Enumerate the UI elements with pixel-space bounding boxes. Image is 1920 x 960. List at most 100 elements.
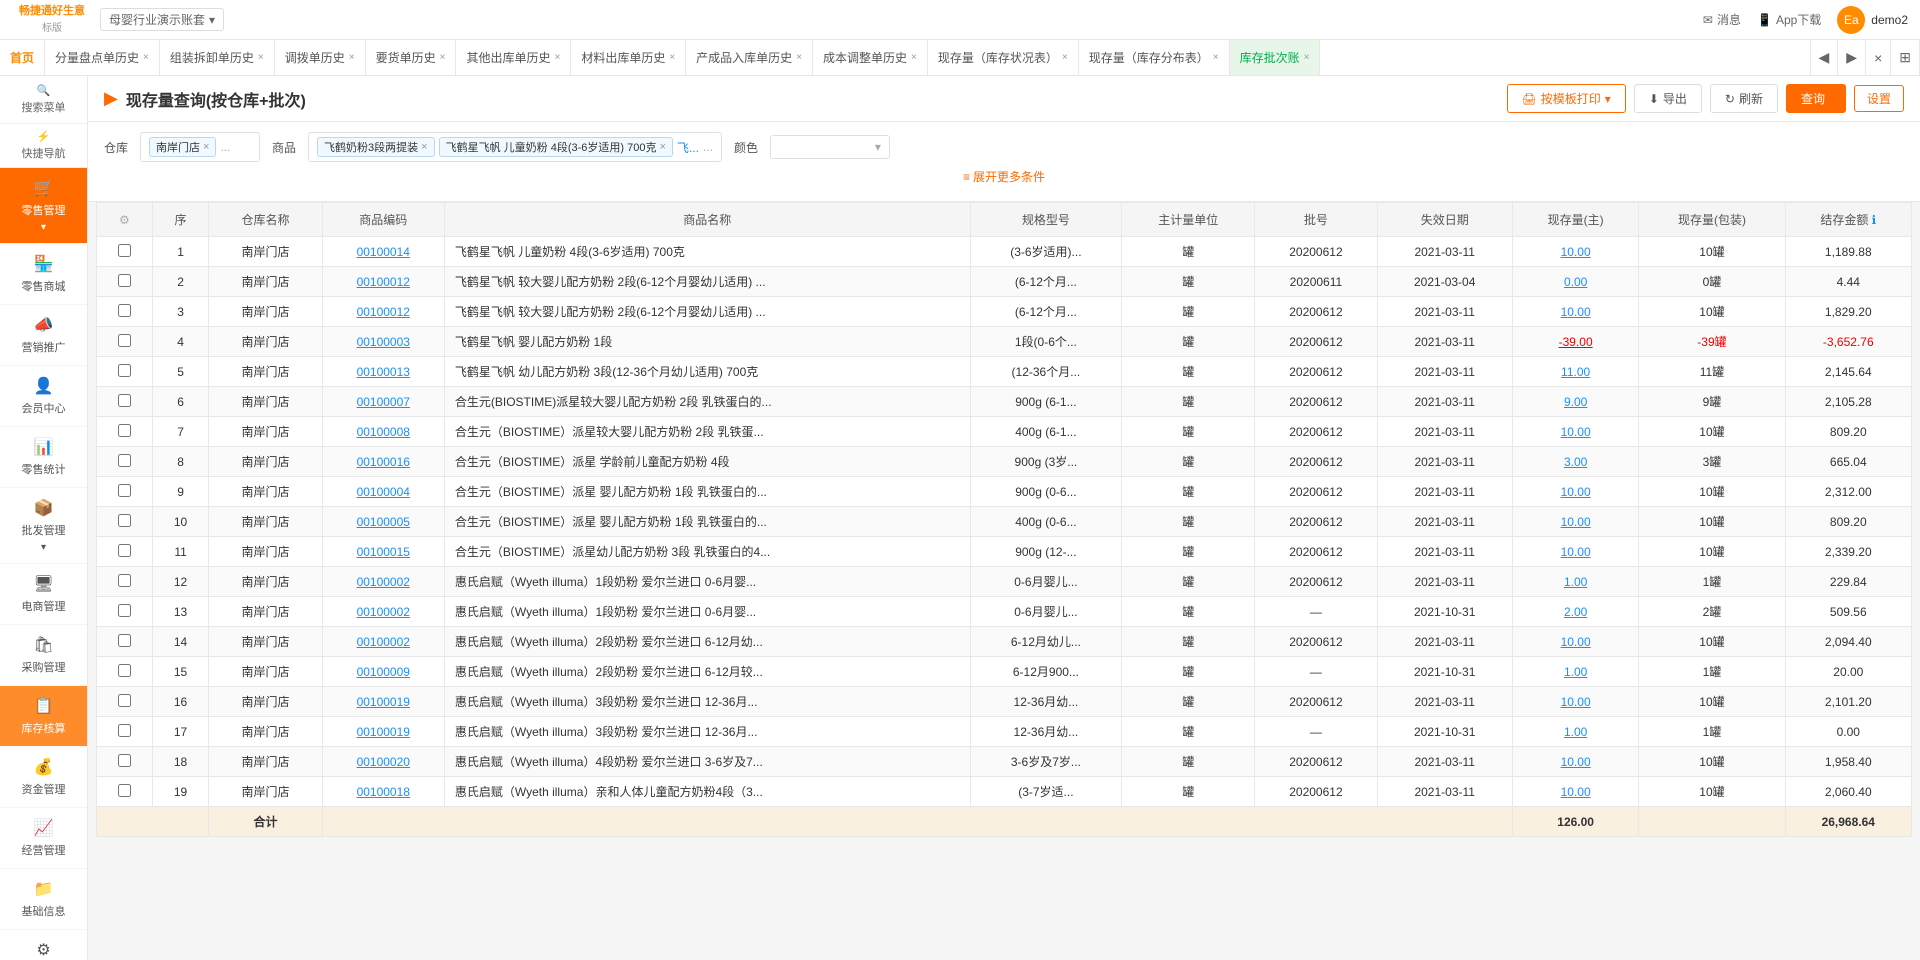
row-code[interactable]: 00100015 <box>322 537 444 567</box>
sidebar-item-purchase[interactable]: 🛍 采购管理 <box>0 625 87 686</box>
row-checkbox[interactable] <box>97 777 153 807</box>
row-stock-main[interactable]: 10.00 <box>1512 417 1638 447</box>
row-checkbox[interactable] <box>97 477 153 507</box>
row-checkbox[interactable] <box>97 357 153 387</box>
warehouse-tag-remove[interactable]: × <box>203 141 209 153</box>
tab-batch-account-close[interactable]: × <box>1304 52 1310 63</box>
row-code[interactable]: 00100005 <box>322 507 444 537</box>
sidebar-item-ecommerce[interactable]: 🖥 电商管理 <box>0 564 87 625</box>
sidebar-item-member[interactable]: 👤 会员中心 <box>0 366 87 427</box>
row-code[interactable]: 00100012 <box>322 297 444 327</box>
sidebar-search-area[interactable]: 🔍 搜索菜单 <box>0 76 87 124</box>
row-code[interactable]: 00100002 <box>322 597 444 627</box>
sidebar-item-inventory[interactable]: 📋 库存核算 <box>0 686 87 747</box>
sidebar-item-retail-stats[interactable]: 📊 零售统计 <box>0 427 87 488</box>
row-checkbox[interactable] <box>97 417 153 447</box>
row-code[interactable]: 00100004 <box>322 477 444 507</box>
row-stock-main[interactable]: 10.00 <box>1512 237 1638 267</box>
row-code[interactable]: 00100020 <box>322 747 444 777</box>
row-checkbox[interactable] <box>97 507 153 537</box>
tab-stock-status-close[interactable]: × <box>1062 52 1068 63</box>
row-stock-main[interactable]: 1.00 <box>1512 717 1638 747</box>
row-checkbox[interactable] <box>97 447 153 477</box>
row-code[interactable]: 00100007 <box>322 387 444 417</box>
row-code[interactable]: 00100012 <box>322 267 444 297</box>
tab-cost-adjust-close[interactable]: × <box>911 52 917 63</box>
row-stock-main[interactable]: 1.00 <box>1512 657 1638 687</box>
tab-batch-account[interactable]: 库存批次账 × <box>1230 40 1321 76</box>
tab-production-in-close[interactable]: × <box>796 52 802 63</box>
row-checkbox[interactable] <box>97 597 153 627</box>
row-stock-main[interactable]: 10.00 <box>1512 777 1638 807</box>
row-checkbox[interactable] <box>97 747 153 777</box>
tab-other-out-close[interactable]: × <box>554 52 560 63</box>
row-checkbox[interactable] <box>97 687 153 717</box>
row-code[interactable]: 00100002 <box>322 627 444 657</box>
row-checkbox[interactable] <box>97 267 153 297</box>
tab-cost-adjust[interactable]: 成本调整单历史 × <box>813 40 928 76</box>
product-tag-2-remove[interactable]: × <box>659 141 665 153</box>
message-icon-btn[interactable]: ✉ 消息 <box>1703 11 1741 28</box>
row-stock-main[interactable]: -39.00 <box>1512 327 1638 357</box>
row-checkbox[interactable] <box>97 717 153 747</box>
app-download-btn[interactable]: 📱 App下载 <box>1757 11 1821 28</box>
tab-close-all-btn[interactable]: × <box>1866 40 1891 76</box>
sidebar-item-system[interactable]: ⚙ 系统管理 <box>0 930 87 960</box>
tab-more-btn[interactable]: ⊞ <box>1891 40 1920 76</box>
sidebar-item-marketing[interactable]: 📣 营销推广 <box>0 305 87 366</box>
print-btn[interactable]: 🖨 按模板打印 ▾ <box>1507 84 1626 113</box>
export-btn[interactable]: ⬇ 导出 <box>1634 84 1702 113</box>
col-gear[interactable]: ⚙ <box>97 203 153 237</box>
tab-stock-dist-close[interactable]: × <box>1213 52 1219 63</box>
sidebar-item-basic-info[interactable]: 📁 基础信息 <box>0 869 87 930</box>
expand-sidebar-btn[interactable]: ▶ <box>104 88 118 109</box>
row-code[interactable]: 00100002 <box>322 567 444 597</box>
expand-more-btn[interactable]: ≡ 展开更多条件 <box>963 168 1045 185</box>
row-code[interactable]: 00100016 <box>322 447 444 477</box>
tab-home[interactable]: 首页 <box>0 40 45 76</box>
tab-prev-btn[interactable]: ◀ <box>1811 40 1839 76</box>
row-checkbox[interactable] <box>97 627 153 657</box>
tab-split-close[interactable]: × <box>143 52 149 63</box>
sidebar-quick-nav[interactable]: ⚡ 快捷导航 <box>0 124 87 168</box>
row-stock-main[interactable]: 10.00 <box>1512 687 1638 717</box>
tab-production-in[interactable]: 产成品入库单历史 × <box>686 40 813 76</box>
row-checkbox[interactable] <box>97 657 153 687</box>
product-tag-1-remove[interactable]: × <box>421 141 427 153</box>
row-stock-main[interactable]: 10.00 <box>1512 747 1638 777</box>
row-stock-main[interactable]: 0.00 <box>1512 267 1638 297</box>
row-code[interactable]: 00100018 <box>322 777 444 807</box>
sidebar-item-retail-mgmt[interactable]: 🛒 零售管理 ▾ <box>0 168 87 244</box>
tab-mix[interactable]: 调拨单历史 × <box>275 40 366 76</box>
tab-split-inventory[interactable]: 分量盘点单历史 × <box>45 40 160 76</box>
col-stock-main[interactable]: 现存量(主) <box>1512 203 1638 237</box>
row-stock-main[interactable]: 1.00 <box>1512 567 1638 597</box>
row-checkbox[interactable] <box>97 387 153 417</box>
settings-btn[interactable]: 设置 <box>1854 85 1904 112</box>
tab-stock-dist[interactable]: 现存量（库存分布表） × <box>1079 40 1230 76</box>
color-filter-box[interactable]: ▾ <box>770 135 890 159</box>
row-code[interactable]: 00100009 <box>322 657 444 687</box>
sidebar-item-finance[interactable]: 💰 资金管理 <box>0 747 87 808</box>
row-stock-main[interactable]: 10.00 <box>1512 297 1638 327</box>
row-checkbox[interactable] <box>97 537 153 567</box>
tab-require[interactable]: 要货单历史 × <box>366 40 457 76</box>
row-code[interactable]: 00100014 <box>322 237 444 267</box>
sidebar-item-wholesale[interactable]: 📦 批发管理 ▾ <box>0 488 87 564</box>
tab-next-btn[interactable]: ▶ <box>1838 40 1866 76</box>
row-stock-main[interactable]: 10.00 <box>1512 537 1638 567</box>
row-code[interactable]: 00100019 <box>322 717 444 747</box>
row-stock-main[interactable]: 10.00 <box>1512 507 1638 537</box>
tab-other-out[interactable]: 其他出库单历史 × <box>456 40 571 76</box>
user-area[interactable]: Ea demo2 <box>1837 6 1908 34</box>
tab-require-close[interactable]: × <box>440 52 446 63</box>
sidebar-item-retail-shop[interactable]: 🏪 零售商城 <box>0 244 87 305</box>
row-stock-main[interactable]: 10.00 <box>1512 477 1638 507</box>
row-code[interactable]: 00100013 <box>322 357 444 387</box>
tab-disassemble[interactable]: 组装拆卸单历史 × <box>160 40 275 76</box>
refresh-btn[interactable]: ↻ 刷新 <box>1710 84 1778 113</box>
gear-icon[interactable]: ⚙ <box>119 213 130 227</box>
row-code[interactable]: 00100019 <box>322 687 444 717</box>
account-selector[interactable]: 母婴行业演示账套 ▾ <box>100 8 224 31</box>
query-btn[interactable]: 查询 <box>1786 84 1846 113</box>
